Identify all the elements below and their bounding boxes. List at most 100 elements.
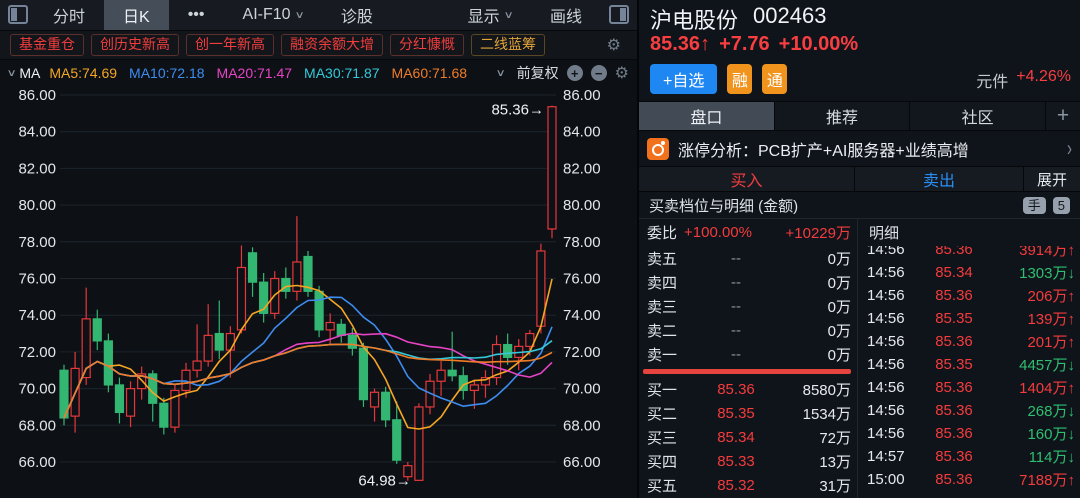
level-label: 买三 xyxy=(647,429,678,447)
toolbar-tab[interactable]: 画线 xyxy=(531,0,601,30)
price-up-arrow-icon: ↑ xyxy=(700,33,711,55)
stock-tag[interactable]: 二线蓝筹 xyxy=(471,34,545,56)
trade-detail-row[interactable]: 14:56 85.35 4457万↓ xyxy=(859,353,1080,376)
toolbar-tab[interactable]: AI-F10 ∨ xyxy=(224,0,322,30)
svg-text:76.00: 76.00 xyxy=(563,271,601,288)
zoom-out-icon[interactable]: − xyxy=(590,65,607,81)
order-book-row[interactable]: 买一 85.36 8580万 xyxy=(639,377,857,401)
stock-tag[interactable]: 创历史新高 xyxy=(91,34,179,56)
ma-indicator-label[interactable]: MA xyxy=(19,65,40,81)
tags-settings-gear-icon[interactable]: ⚙ xyxy=(607,35,621,55)
panel-tab[interactable]: 社区 xyxy=(910,102,1047,130)
level-price: -- xyxy=(731,273,741,291)
level-label: 买四 xyxy=(647,453,678,471)
svg-text:82.00: 82.00 xyxy=(18,160,56,177)
limit-up-analysis-row[interactable]: 涨停分析：PCB扩产+AI服务器+业绩高增 › xyxy=(639,132,1080,165)
sector-quote[interactable]: 元件 +4.26% xyxy=(976,68,1071,92)
level-price: 85.33 xyxy=(717,452,755,470)
svg-text:80.00: 80.00 xyxy=(18,197,56,214)
stock-tag[interactable]: 创一年新高 xyxy=(186,34,274,56)
trade-detail-row[interactable]: 14:56 85.36 1404万↑ xyxy=(859,376,1080,399)
trade-detail-row[interactable]: 14:56 85.36 160万↓ xyxy=(859,422,1080,445)
bid-levels: 买一 85.36 8580万 买二 85.35 1534万 买三 85.34 7… xyxy=(639,377,857,497)
trade-amount: 1404万↑ xyxy=(1019,380,1075,397)
trade-time: 14:56 xyxy=(867,425,905,442)
svg-text:64.98→: 64.98→ xyxy=(358,473,411,490)
chart-canvas[interactable]: 86.00 86.00 84.00 84.00 82.00 82.00 80.00 80.00… xyxy=(0,86,637,498)
sell-tab[interactable]: 卖出 xyxy=(855,167,1024,191)
adjust-mode-label[interactable]: 前复权 xyxy=(517,63,559,83)
order-book-row[interactable]: 买四 85.33 13万 xyxy=(639,449,857,473)
order-book-row[interactable]: 卖三 -- 0万 xyxy=(639,294,857,318)
ma-chevron-down-icon[interactable]: ∨ xyxy=(7,68,17,79)
level-price: -- xyxy=(731,321,741,339)
svg-text:82.00: 82.00 xyxy=(563,160,601,177)
unit-lots-badge[interactable]: 手 xyxy=(1022,197,1046,214)
add-to-watchlist-button[interactable]: +自选 xyxy=(650,64,718,94)
candlestick-chart[interactable]: 86.00 86.00 84.00 84.00 82.00 82.00 80.00 80.00… xyxy=(0,86,637,498)
analysis-chevron-right-icon[interactable]: › xyxy=(1067,136,1072,162)
level-amount: 0万 xyxy=(827,250,851,268)
panel-tab[interactable]: + xyxy=(1046,102,1080,130)
trade-amount: 3914万↑ xyxy=(1019,246,1075,259)
order-book-row[interactable]: 卖四 -- 0万 xyxy=(639,270,857,294)
collapse-left-panel-icon[interactable] xyxy=(8,5,28,24)
stock-app-window: 分时 日K ••• AI-F10 ∨ 诊股 显示 ∨ 画线 ⚙ 基金重仓 创历史新高 创一年新高融… xyxy=(0,0,1080,498)
trade-time: 14:56 xyxy=(867,379,905,396)
trade-detail-row[interactable]: 14:56 85.34 1303万↓ xyxy=(859,261,1080,284)
trade-time: 14:56 xyxy=(867,356,905,373)
panel-tab[interactable]: 推荐 xyxy=(774,102,911,130)
toolbar-tab[interactable]: 诊股 xyxy=(322,0,392,30)
sector-name[interactable]: 元件 xyxy=(976,68,1008,92)
stock-connect-badge[interactable]: 通 xyxy=(762,64,788,94)
level-label: 卖五 xyxy=(647,250,678,268)
trade-price: 85.36 xyxy=(935,425,973,442)
toolbar-tab[interactable]: 分时 xyxy=(34,0,104,30)
stock-tag[interactable]: 基金重仓 xyxy=(10,34,84,56)
order-book-row[interactable]: 买二 85.35 1534万 xyxy=(639,401,857,425)
trade-detail-row[interactable]: 14:56 85.35 139万↑ xyxy=(859,307,1080,330)
level-amount: 1534万 xyxy=(802,405,851,423)
chart-settings-gear-icon[interactable]: ⚙ xyxy=(615,63,629,83)
level-amount: 0万 xyxy=(827,346,851,364)
trade-time: 14:56 xyxy=(867,402,905,419)
level-amount: 72万 xyxy=(819,429,851,447)
zoom-in-icon[interactable]: + xyxy=(566,65,583,81)
depth-count-badge[interactable]: 5 xyxy=(1052,197,1070,214)
level-label: 买一 xyxy=(647,381,678,399)
svg-text:66.00: 66.00 xyxy=(563,454,601,471)
order-book-row[interactable]: 卖五 -- 0万 xyxy=(639,246,857,270)
toolbar-tab[interactable]: ••• xyxy=(169,0,224,30)
margin-trading-badge[interactable]: 融 xyxy=(727,64,753,94)
toolbar-tab[interactable]: 显示 ∨ xyxy=(449,0,531,30)
stock-tag[interactable]: 融资余额大增 xyxy=(281,34,383,56)
trade-time: 14:56 xyxy=(867,264,905,281)
svg-text:86.00: 86.00 xyxy=(563,87,601,104)
ma-legend-item: MA20:71.47 xyxy=(216,65,293,81)
trade-detail-row[interactable]: 14:56 85.36 268万↓ xyxy=(859,399,1080,422)
trade-detail-row[interactable]: 14:56 85.36 206万↑ xyxy=(859,284,1080,307)
collapse-right-panel-icon[interactable] xyxy=(609,5,629,24)
toolbar-tab[interactable]: 日K xyxy=(104,0,169,30)
trade-detail-row[interactable]: 14:56 85.36 3914万↑ xyxy=(859,246,1080,261)
trade-amount: 7188万↑ xyxy=(1019,472,1075,489)
trade-detail-row[interactable]: 15:00 85.36 7188万↑ xyxy=(859,468,1080,491)
stock-tag[interactable]: 分红慷慨 xyxy=(390,34,464,56)
order-book-row[interactable]: 卖一 -- 0万 xyxy=(639,342,857,366)
buy-tab[interactable]: 买入 xyxy=(639,167,855,191)
adjust-chevron-down-icon[interactable]: ∨ xyxy=(496,68,506,79)
price-change-pct: +10.00% xyxy=(778,33,859,55)
order-book-row[interactable]: 卖二 -- 0万 xyxy=(639,318,857,342)
trade-detail-row[interactable]: 14:56 85.36 201万↑ xyxy=(859,330,1080,353)
ma-legend-item: MA5:74.69 xyxy=(49,65,118,81)
order-book-row[interactable]: 买五 85.32 31万 xyxy=(639,473,857,497)
expand-button[interactable]: 展开 xyxy=(1024,167,1080,191)
svg-text:74.00: 74.00 xyxy=(563,307,601,324)
order-book-row[interactable]: 买三 85.34 72万 xyxy=(639,425,857,449)
stock-tags-bar: ⚙ 基金重仓 创历史新高 创一年新高 融资余额大增 分红慷慨 二线蓝筹 xyxy=(0,31,637,60)
trade-detail-list[interactable]: 14:56 85.36 3914万↑ 14:56 85.34 1303万↓ 14… xyxy=(859,246,1080,498)
trade-detail-row[interactable]: 14:57 85.36 114万↓ xyxy=(859,445,1080,468)
order-book-header: 买卖档位与明细 (金额) 手 5 xyxy=(639,193,1080,218)
panel-tab[interactable]: 盘口 xyxy=(639,102,775,130)
ma-legend-item: MA60:71.68 xyxy=(391,65,468,81)
